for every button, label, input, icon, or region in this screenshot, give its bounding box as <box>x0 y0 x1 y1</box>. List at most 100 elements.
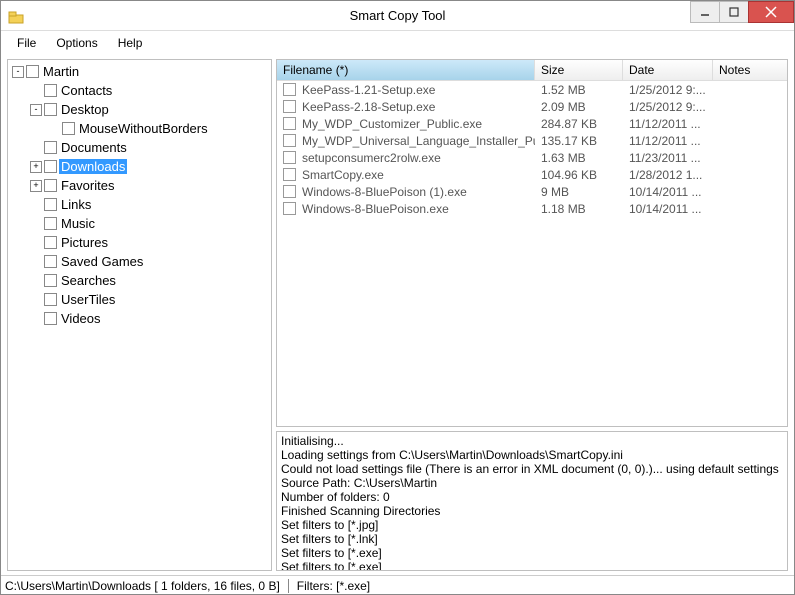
tree-label[interactable]: Martin <box>41 64 81 79</box>
expander-spacer <box>30 199 42 211</box>
tree-label[interactable]: Searches <box>59 273 118 288</box>
tree-label[interactable]: Links <box>59 197 93 212</box>
file-name: Windows-8-BluePoison (1).exe <box>302 185 467 199</box>
tree-node[interactable]: MouseWithoutBorders <box>8 119 271 138</box>
tree-checkbox[interactable] <box>26 65 39 78</box>
file-name: SmartCopy.exe <box>302 168 384 182</box>
column-headers: Filename (*) Size Date Notes <box>277 60 787 81</box>
file-row[interactable]: My_WDP_Customizer_Public.exe284.87 KB11/… <box>277 115 787 132</box>
file-name: My_WDP_Customizer_Public.exe <box>302 117 482 131</box>
tree-node[interactable]: + Downloads <box>8 157 271 176</box>
column-notes[interactable]: Notes <box>713 60 787 80</box>
tree-checkbox[interactable] <box>44 141 57 154</box>
collapse-icon[interactable]: - <box>12 66 24 78</box>
collapse-icon[interactable]: - <box>30 104 42 116</box>
file-date: 11/23/2011 ... <box>623 151 713 165</box>
file-size: 104.96 KB <box>535 168 623 182</box>
tree-checkbox[interactable] <box>44 160 57 173</box>
tree-checkbox[interactable] <box>44 103 57 116</box>
file-name: My_WDP_Universal_Language_Installer_Publ… <box>302 134 535 148</box>
tree-node[interactable]: Videos <box>8 309 271 328</box>
tree-checkbox[interactable] <box>44 312 57 325</box>
file-list[interactable]: Filename (*) Size Date Notes KeePass-1.2… <box>276 59 788 427</box>
tree-label[interactable]: Documents <box>59 140 129 155</box>
tree-node[interactable]: Contacts <box>8 81 271 100</box>
tree-label[interactable]: Downloads <box>59 159 127 174</box>
tree-label[interactable]: Videos <box>59 311 103 326</box>
file-row[interactable]: Windows-8-BluePoison (1).exe9 MB10/14/20… <box>277 183 787 200</box>
file-checkbox[interactable] <box>283 83 296 96</box>
tree-checkbox[interactable] <box>44 217 57 230</box>
file-size: 135.17 KB <box>535 134 623 148</box>
file-checkbox[interactable] <box>283 202 296 215</box>
file-name: KeePass-2.18-Setup.exe <box>302 100 435 114</box>
file-checkbox[interactable] <box>283 117 296 130</box>
tree-label[interactable]: MouseWithoutBorders <box>77 121 210 136</box>
tree-checkbox[interactable] <box>44 84 57 97</box>
tree-node[interactable]: Searches <box>8 271 271 290</box>
tree-node[interactable]: Saved Games <box>8 252 271 271</box>
tree-checkbox[interactable] <box>44 236 57 249</box>
file-row[interactable]: KeePass-2.18-Setup.exe 2.09 MB1/25/2012 9… <box>277 98 787 115</box>
tree-node[interactable]: - Desktop <box>8 100 271 119</box>
file-checkbox[interactable] <box>283 134 296 147</box>
file-row[interactable]: setupconsumerc2rolw.exe1.63 MB11/23/2011… <box>277 149 787 166</box>
menu-help[interactable]: Help <box>108 34 153 52</box>
expand-icon[interactable]: + <box>30 180 42 192</box>
tree-checkbox[interactable] <box>44 274 57 287</box>
tree-node[interactable]: Music <box>8 214 271 233</box>
minimize-button[interactable] <box>690 1 720 23</box>
file-row[interactable]: My_WDP_Universal_Language_Installer_Publ… <box>277 132 787 149</box>
status-filters: Filters: [*.exe] <box>297 579 370 593</box>
tree-node[interactable]: + Favorites <box>8 176 271 195</box>
tree-label[interactable]: Saved Games <box>59 254 145 269</box>
column-filename[interactable]: Filename (*) <box>277 60 535 80</box>
tree-node[interactable]: - Martin <box>8 62 271 81</box>
tree-checkbox[interactable] <box>44 255 57 268</box>
file-date: 10/14/2011 ... <box>623 202 713 216</box>
file-row[interactable]: Windows-8-BluePoison.exe1.18 MB10/14/201… <box>277 200 787 217</box>
titlebar: Smart Copy Tool <box>1 1 794 31</box>
tree-node[interactable]: UserTiles <box>8 290 271 309</box>
file-row[interactable]: SmartCopy.exe104.96 KB1/28/2012 1... <box>277 166 787 183</box>
menubar: File Options Help <box>1 31 794 55</box>
file-checkbox[interactable] <box>283 168 296 181</box>
tree-label[interactable]: Desktop <box>59 102 111 117</box>
tree-node[interactable]: Pictures <box>8 233 271 252</box>
close-button[interactable] <box>748 1 794 23</box>
menu-file[interactable]: File <box>7 34 46 52</box>
file-checkbox[interactable] <box>283 100 296 113</box>
column-size[interactable]: Size <box>535 60 623 80</box>
expand-icon[interactable]: + <box>30 161 42 173</box>
column-date[interactable]: Date <box>623 60 713 80</box>
menu-options[interactable]: Options <box>46 34 107 52</box>
maximize-button[interactable] <box>719 1 749 23</box>
tree-label[interactable]: Favorites <box>59 178 116 193</box>
tree-node[interactable]: Documents <box>8 138 271 157</box>
file-row[interactable]: KeePass-1.21-Setup.exe1.52 MB1/25/2012 9… <box>277 81 787 98</box>
status-separator <box>288 579 289 593</box>
expander-spacer <box>30 294 42 306</box>
tree-checkbox[interactable] <box>62 122 75 135</box>
tree-node[interactable]: Links <box>8 195 271 214</box>
expander-spacer <box>30 85 42 97</box>
file-size: 2.09 MB <box>535 100 623 114</box>
log-panel[interactable]: Initialising... Loading settings from C:… <box>276 431 788 571</box>
folder-tree[interactable]: - Martin Contacts - Desktop MouseWithoutBorde… <box>7 59 272 571</box>
tree-checkbox[interactable] <box>44 198 57 211</box>
tree-label[interactable]: UserTiles <box>59 292 117 307</box>
file-checkbox[interactable] <box>283 185 296 198</box>
tree-label[interactable]: Contacts <box>59 83 114 98</box>
file-date: 1/25/2012 9:... <box>623 100 713 114</box>
file-date: 11/12/2011 ... <box>623 117 713 131</box>
tree-label[interactable]: Pictures <box>59 235 110 250</box>
tree-label[interactable]: Music <box>59 216 97 231</box>
expander-spacer <box>30 218 42 230</box>
tree-checkbox[interactable] <box>44 293 57 306</box>
expander-spacer <box>30 237 42 249</box>
file-checkbox[interactable] <box>283 151 296 164</box>
file-size: 1.52 MB <box>535 83 623 97</box>
statusbar: C:\Users\Martin\Downloads [ 1 folders, 1… <box>1 575 794 595</box>
app-icon <box>7 7 25 25</box>
tree-checkbox[interactable] <box>44 179 57 192</box>
